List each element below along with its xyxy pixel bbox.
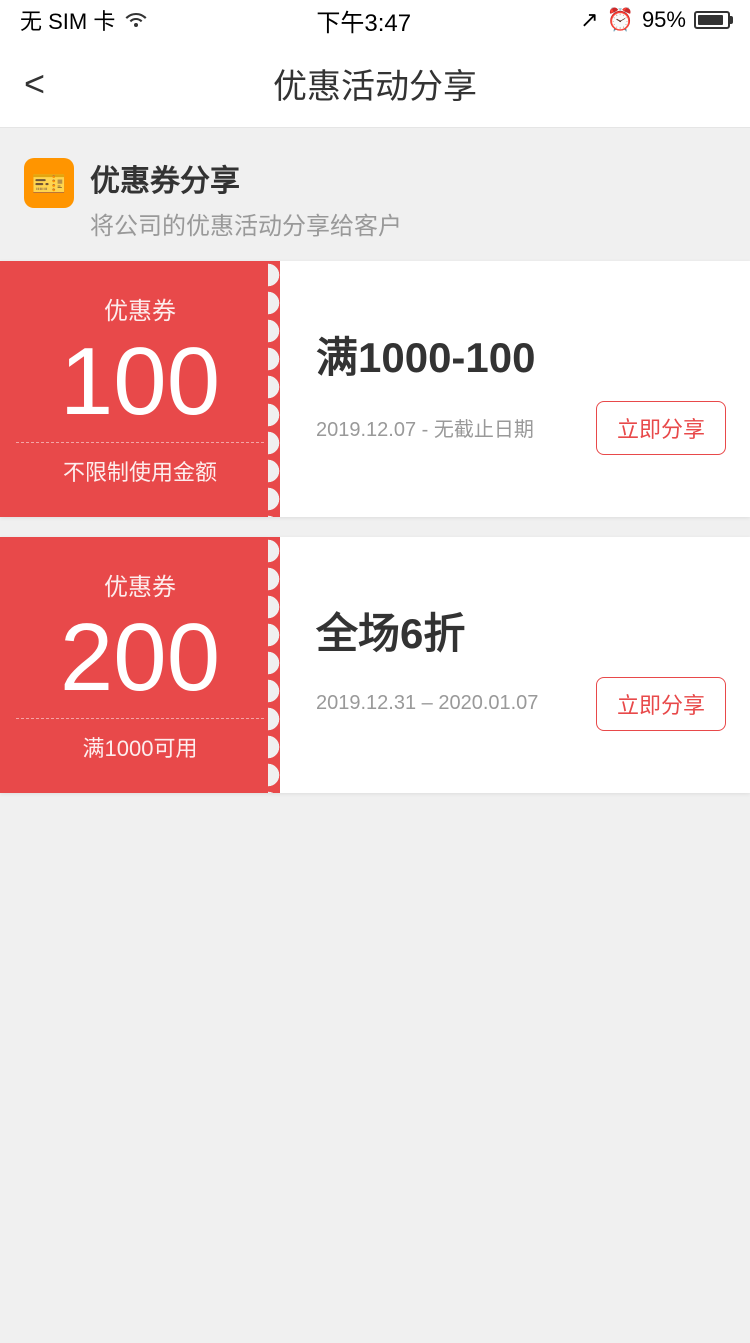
section-icon: 🎫	[24, 158, 74, 208]
coupon-divider-1	[16, 442, 264, 443]
page-title: 优惠活动分享	[273, 59, 477, 108]
coupon-condition-1: 不限制使用金额	[63, 455, 217, 487]
battery-indicator	[694, 11, 730, 29]
coupon-amount-2: 200	[60, 610, 220, 706]
status-bar: 无 SIM 卡 下午3:47 ↗ ⏰ 95%	[0, 0, 750, 40]
wifi-icon	[125, 7, 147, 33]
coupon-title-2: 全场6折	[316, 600, 726, 661]
battery-percent: 95%	[642, 7, 686, 33]
alarm-icon: ⏰	[607, 7, 634, 33]
coupon-left-2: 优惠券 200 满1000可用	[0, 537, 280, 793]
coupon-date-1: 2019.12.07 - 无截止日期	[316, 413, 584, 442]
status-left: 无 SIM 卡	[20, 4, 147, 36]
carrier-text: 无 SIM 卡	[20, 4, 115, 36]
nav-bar: < 优惠活动分享	[0, 40, 750, 128]
coupon-meta-2: 2019.12.31 – 2020.01.07 立即分享	[316, 677, 726, 731]
share-button-1[interactable]: 立即分享	[596, 401, 726, 455]
section-title: 优惠券分享	[90, 156, 402, 200]
coupon-label-2: 优惠券	[104, 567, 176, 602]
coupon-amount-1: 100	[60, 334, 220, 430]
coupon-list: 优惠券 100 不限制使用金额 满1000-100 2019.12.07 - 无…	[0, 261, 750, 843]
share-button-2[interactable]: 立即分享	[596, 677, 726, 731]
section-text: 优惠券分享 将公司的优惠活动分享给客户	[90, 156, 402, 241]
section-header: 🎫 优惠券分享 将公司的优惠活动分享给客户	[0, 128, 750, 261]
section-subtitle: 将公司的优惠活动分享给客户	[90, 206, 402, 241]
coupon-divider-2	[16, 718, 264, 719]
coupon-meta-1: 2019.12.07 - 无截止日期 立即分享	[316, 401, 726, 455]
coupon-condition-2: 满1000可用	[83, 731, 198, 763]
coupon-date-2: 2019.12.31 – 2020.01.07	[316, 692, 584, 715]
coupon-right-1: 满1000-100 2019.12.07 - 无截止日期 立即分享	[280, 261, 750, 517]
status-time: 下午3:47	[316, 3, 411, 38]
status-right: ↗ ⏰ 95%	[580, 7, 730, 33]
coupon-card-1: 优惠券 100 不限制使用金额 满1000-100 2019.12.07 - 无…	[0, 261, 750, 517]
coupon-right-2: 全场6折 2019.12.31 – 2020.01.07 立即分享	[280, 537, 750, 793]
coupon-label-1: 优惠券	[104, 291, 176, 326]
back-button[interactable]: <	[24, 63, 45, 105]
coupon-left-1: 优惠券 100 不限制使用金额	[0, 261, 280, 517]
coupon-title-1: 满1000-100	[316, 324, 726, 385]
empty-area	[0, 843, 750, 1343]
location-icon: ↗	[580, 7, 598, 33]
coupon-card-2: 优惠券 200 满1000可用 全场6折 2019.12.31 – 2020.0…	[0, 537, 750, 793]
